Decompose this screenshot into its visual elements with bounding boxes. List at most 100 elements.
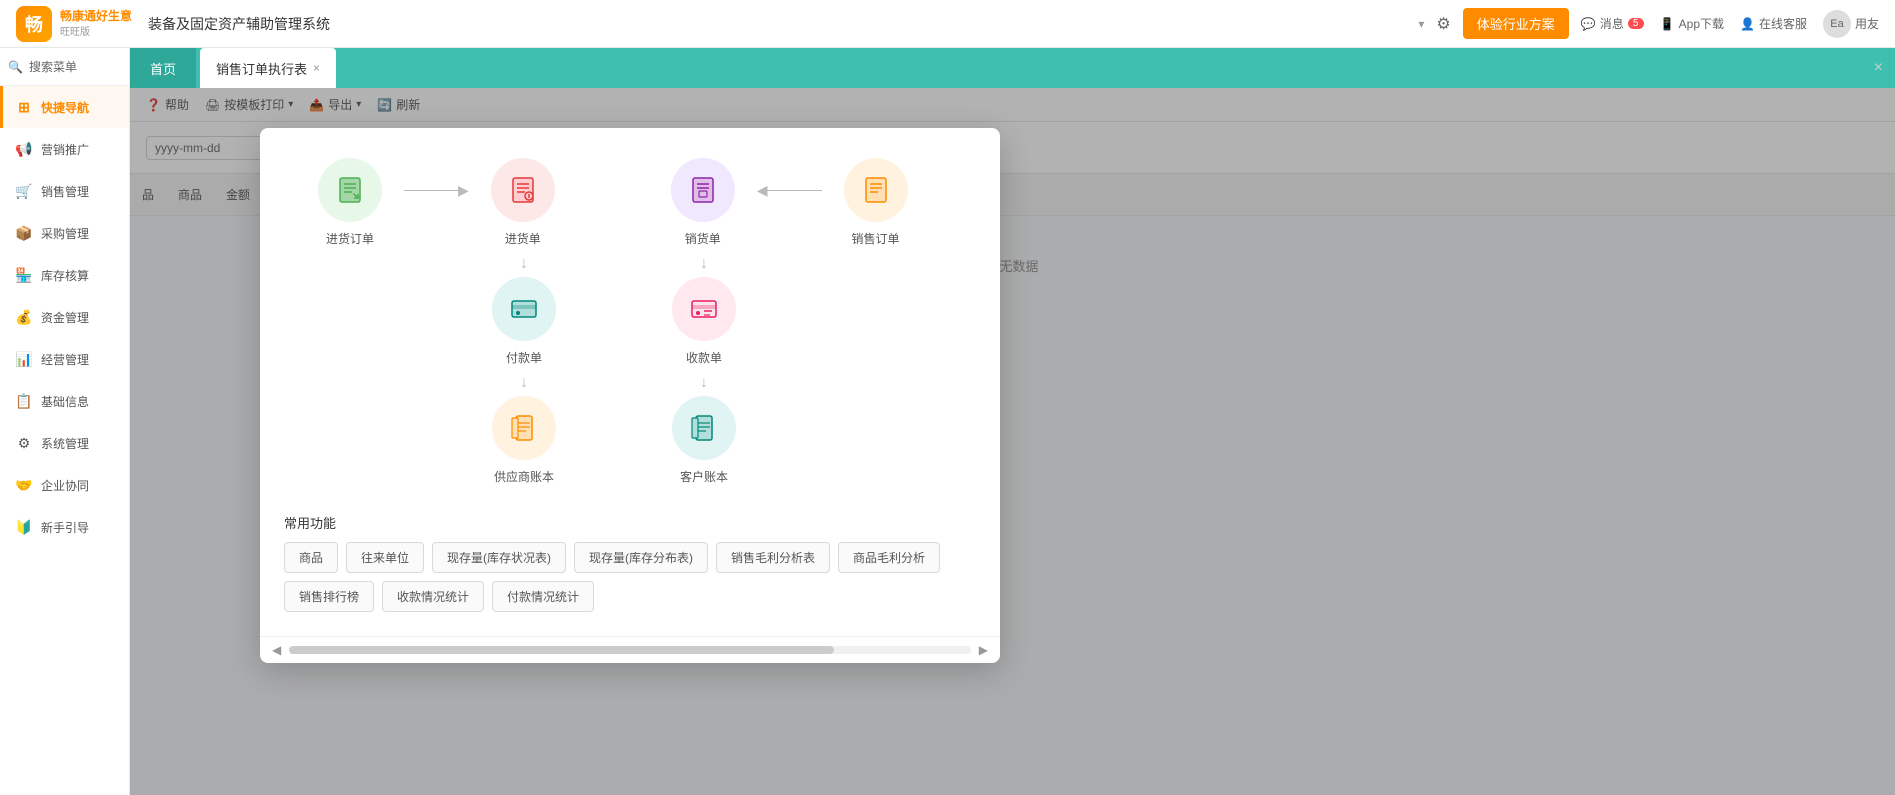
- message-badge: 5: [1628, 18, 1644, 29]
- sidebar-item-collab-label: 企业协同: [41, 477, 89, 494]
- customer-ledger-label: 客户账本: [680, 468, 728, 485]
- logo-text: 畅康通好生意 旺旺版: [60, 9, 132, 38]
- sales-bill-label: 销货单: [685, 230, 721, 247]
- flow-node-sales-order[interactable]: 销售订单: [826, 158, 926, 247]
- try-industry-button[interactable]: 体验行业方案: [1463, 8, 1569, 39]
- sidebar-item-purchase[interactable]: 📦 采购管理: [0, 212, 129, 254]
- logo-sub: 旺旺版: [60, 23, 132, 38]
- purchase-order-label: 进货订单: [326, 230, 374, 247]
- marketing-icon: 📢: [15, 140, 33, 158]
- flow-row-3: 供应商账本 客户账本: [300, 396, 960, 485]
- sidebar-item-inventory[interactable]: 🏪 库存核算: [0, 254, 129, 296]
- arrow-down-receipt: ↓: [654, 374, 754, 392]
- top-bar: 畅 畅康通好生意 旺旺版 装备及固定资产辅助管理系统 ▾ ⚙ 体验行业方案 💬 …: [0, 0, 1895, 48]
- down-arrows-row: ↓ ↓: [300, 255, 960, 273]
- tab-close-icon[interactable]: ×: [313, 61, 320, 75]
- func-btn-product-gross[interactable]: 商品毛利分析: [838, 542, 940, 573]
- flow-node-customer-ledger[interactable]: 客户账本: [654, 396, 754, 485]
- func-btn-counterparty[interactable]: 往来单位: [346, 542, 424, 573]
- logo-icon: 畅: [16, 6, 52, 42]
- tab-bar-close-icon[interactable]: ×: [1874, 59, 1883, 77]
- supplier-ledger-label: 供应商账本: [494, 468, 554, 485]
- flow-node-purchase-order[interactable]: 进货订单: [300, 158, 400, 247]
- scrollbar-row: ◀ ▶: [260, 636, 1000, 663]
- scroll-left-icon[interactable]: ◀: [272, 643, 281, 657]
- func-btn-payment-stat[interactable]: 付款情况统计: [492, 581, 594, 612]
- basic-icon: 📋: [15, 392, 33, 410]
- sidebar-item-system-label: 系统管理: [41, 435, 89, 452]
- search-label: 搜索菜单: [29, 58, 77, 75]
- common-functions: 常用功能 商品 往来单位 现存量(库存状况表) 现存量(库存分布表) 销售毛利分…: [260, 513, 1000, 636]
- app-container: 畅 畅康通好生意 旺旺版 装备及固定资产辅助管理系统 ▾ ⚙ 体验行业方案 💬 …: [0, 0, 1895, 795]
- sidebar-item-quick-nav[interactable]: ⊞ 快捷导航: [0, 86, 129, 128]
- func-btn-stock-status[interactable]: 现存量(库存状况表): [432, 542, 566, 573]
- func-btns-row-2: 销售排行榜 收款情况统计 付款情况统计: [284, 581, 976, 612]
- online-service-button[interactable]: 👤 在线客服: [1740, 15, 1807, 32]
- sidebar-item-guide-label: 新手引导: [41, 519, 89, 536]
- sidebar-item-operation[interactable]: 📊 经营管理: [0, 338, 129, 380]
- sidebar-item-guide[interactable]: 🔰 新手引导: [0, 506, 129, 548]
- sidebar: 🔍 搜索菜单 ⊞ 快捷导航 📢 营销推广 🛒 销售管理 📦 采购管理 🏪: [0, 48, 130, 795]
- sidebar-item-operation-label: 经营管理: [41, 351, 89, 368]
- func-btn-sales-rank[interactable]: 销售排行榜: [284, 581, 374, 612]
- scrollbar-thumb: [289, 646, 834, 654]
- app-icon: 📱: [1660, 17, 1675, 31]
- sales-order-icon: [844, 158, 908, 222]
- collab-icon: 🤝: [15, 476, 33, 494]
- sidebar-item-sales-label: 销售管理: [41, 183, 89, 200]
- sidebar-item-marketing[interactable]: 📢 营销推广: [0, 128, 129, 170]
- service-label: 在线客服: [1759, 15, 1807, 32]
- settings-icon[interactable]: ⚙: [1436, 14, 1450, 34]
- scroll-right-icon[interactable]: ▶: [979, 643, 988, 657]
- arrow-down-payment: ↓: [474, 374, 574, 392]
- tab-sales-exec[interactable]: 销售订单执行表 ×: [200, 48, 336, 88]
- message-button[interactable]: 💬 消息 5: [1581, 15, 1644, 32]
- finance-icon: 💰: [15, 308, 33, 326]
- quick-nav-icon: ⊞: [15, 98, 33, 116]
- payment-bill-label: 付款单: [506, 349, 542, 366]
- sidebar-item-finance[interactable]: 💰 资金管理: [0, 296, 129, 338]
- tab-bar: 首页 销售订单执行表 × ×: [130, 48, 1895, 88]
- search-menu[interactable]: 🔍 搜索菜单: [0, 48, 129, 86]
- tab-home[interactable]: 首页: [130, 48, 196, 88]
- func-btn-receipt-stat[interactable]: 收款情况统计: [382, 581, 484, 612]
- sidebar-item-basic-label: 基础信息: [41, 393, 89, 410]
- arrow-down-sales-bill: ↓: [654, 255, 754, 273]
- flow-node-purchase-bill[interactable]: 进货单: [473, 158, 573, 247]
- sidebar-item-system[interactable]: ⚙ 系统管理: [0, 422, 129, 464]
- page-content: ❓ 帮助 🖨 按模板打印 ▾ 📤 导出 ▾ 🔄: [130, 88, 1895, 795]
- purchase-icon: 📦: [15, 224, 33, 242]
- flow-node-supplier-ledger[interactable]: 供应商账本: [474, 396, 574, 485]
- sidebar-item-sales[interactable]: 🛒 销售管理: [0, 170, 129, 212]
- dropdown-arrow-icon[interactable]: ▾: [1418, 17, 1424, 31]
- arrow-purchase-to-bill: ▶: [400, 182, 473, 199]
- func-btn-stock-dist[interactable]: 现存量(库存分布表): [574, 542, 708, 573]
- tab-home-label: 首页: [150, 59, 176, 78]
- content-area: 首页 销售订单执行表 × × ❓ 帮助 🖨 按: [130, 48, 1895, 795]
- modal-overlay[interactable]: 进货订单 ▶: [130, 88, 1895, 795]
- app-download-button[interactable]: 📱 App下载: [1660, 15, 1724, 32]
- app-label: App下载: [1679, 15, 1724, 32]
- top-actions: 💬 消息 5 📱 App下载 👤 在线客服 Ea 用友: [1581, 10, 1879, 38]
- func-btn-sales-gross[interactable]: 销售毛利分析表: [716, 542, 830, 573]
- payment-bill-icon: [492, 277, 556, 341]
- sidebar-item-basic[interactable]: 📋 基础信息: [0, 380, 129, 422]
- sales-order-label: 销售订单: [852, 230, 900, 247]
- sidebar-item-quick-nav-label: 快捷导航: [41, 99, 89, 116]
- customer-ledger-icon: [672, 396, 736, 460]
- sales-bill-icon: [671, 158, 735, 222]
- user-menu[interactable]: Ea 用友: [1823, 10, 1879, 38]
- sidebar-item-collab[interactable]: 🤝 企业协同: [0, 464, 129, 506]
- sales-icon: 🛒: [15, 182, 33, 200]
- sidebar-item-marketing-label: 营销推广: [41, 141, 89, 158]
- system-title: 装备及固定资产辅助管理系统: [148, 14, 1406, 34]
- flow-node-payment-bill[interactable]: 付款单: [474, 277, 574, 366]
- flow-node-sales-bill[interactable]: 销货单: [653, 158, 753, 247]
- user-label: 用友: [1855, 15, 1879, 32]
- func-btn-product[interactable]: 商品: [284, 542, 338, 573]
- main-area: 🔍 搜索菜单 ⊞ 快捷导航 📢 营销推广 🛒 销售管理 📦 采购管理 🏪: [0, 48, 1895, 795]
- flow-row-1: 进货订单 ▶: [300, 158, 960, 247]
- flow-node-receipt-bill[interactable]: 收款单: [654, 277, 754, 366]
- sidebar-item-inventory-label: 库存核算: [41, 267, 89, 284]
- scrollbar-track[interactable]: [289, 646, 971, 654]
